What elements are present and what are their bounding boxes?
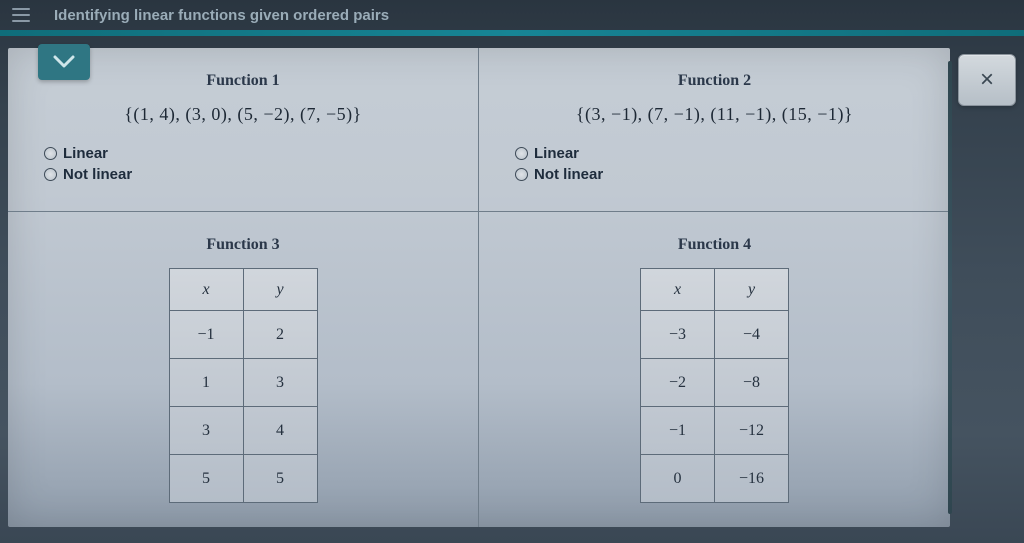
function2-linear-option[interactable]: Linear (515, 145, 920, 162)
function1-set: {(1, 4), (3, 0), (5, −2), (7, −5)} (38, 104, 448, 125)
function4-title: Function 4 (509, 236, 920, 254)
option-label: Linear (534, 145, 579, 162)
cell-y: −16 (715, 455, 789, 503)
col-header-y: y (243, 269, 317, 311)
function3-table: x y −1 2 1 3 3 4 (169, 268, 318, 503)
radio-icon (515, 168, 528, 181)
function1-options: Linear Not linear (38, 145, 448, 183)
function3-title: Function 3 (38, 236, 448, 254)
cell-y: −4 (715, 311, 789, 359)
table-row: −3 −4 (641, 311, 789, 359)
table-row: 1 3 (169, 359, 317, 407)
function2-options: Linear Not linear (509, 145, 920, 183)
cell-x: −1 (169, 311, 243, 359)
col-header-x: x (169, 269, 243, 311)
function1-notlinear-option[interactable]: Not linear (44, 166, 448, 183)
radio-icon (44, 147, 57, 160)
close-icon: × (980, 66, 994, 94)
col-header-y: y (715, 269, 789, 311)
table-row: 0 −16 (641, 455, 789, 503)
function2-notlinear-option[interactable]: Not linear (515, 166, 920, 183)
cell-x: −3 (641, 311, 715, 359)
cell-x: 3 (169, 407, 243, 455)
cell-y: 5 (243, 455, 317, 503)
function1-title: Function 1 (38, 72, 448, 90)
function1-cell: Function 1 {(1, 4), (3, 0), (5, −2), (7,… (8, 48, 479, 212)
function2-title: Function 2 (509, 72, 920, 90)
cell-y: −12 (715, 407, 789, 455)
function2-set: {(3, −1), (7, −1), (11, −1), (15, −1)} (509, 104, 920, 125)
cell-y: 2 (243, 311, 317, 359)
cell-x: 5 (169, 455, 243, 503)
function1-linear-option[interactable]: Linear (44, 145, 448, 162)
radio-icon (515, 147, 528, 160)
cell-x: −1 (641, 407, 715, 455)
vertical-divider (948, 61, 952, 514)
table-row: −2 −8 (641, 359, 789, 407)
function3-cell: Function 3 x y −1 2 1 3 3 (8, 212, 479, 527)
worksheet: Function 1 {(1, 4), (3, 0), (5, −2), (7,… (8, 48, 950, 527)
radio-icon (44, 168, 57, 181)
cell-y: −8 (715, 359, 789, 407)
table-row: 3 4 (169, 407, 317, 455)
cell-y: 3 (243, 359, 317, 407)
menu-icon[interactable] (12, 8, 30, 22)
function2-cell: Function 2 {(3, −1), (7, −1), (11, −1), … (479, 48, 950, 212)
function4-table: x y −3 −4 −2 −8 −1 −12 (640, 268, 789, 503)
function4-cell: Function 4 x y −3 −4 −2 −8 −1 (479, 212, 950, 527)
col-header-x: x (641, 269, 715, 311)
table-row: −1 2 (169, 311, 317, 359)
page-title: Identifying linear functions given order… (54, 7, 389, 24)
option-label: Linear (63, 145, 108, 162)
close-button[interactable]: × (958, 54, 1016, 106)
option-label: Not linear (534, 166, 603, 183)
cell-x: 1 (169, 359, 243, 407)
cell-x: 0 (641, 455, 715, 503)
option-label: Not linear (63, 166, 132, 183)
table-row: 5 5 (169, 455, 317, 503)
table-row: −1 −12 (641, 407, 789, 455)
cell-y: 4 (243, 407, 317, 455)
cell-x: −2 (641, 359, 715, 407)
header-bar: Identifying linear functions given order… (0, 0, 1024, 30)
